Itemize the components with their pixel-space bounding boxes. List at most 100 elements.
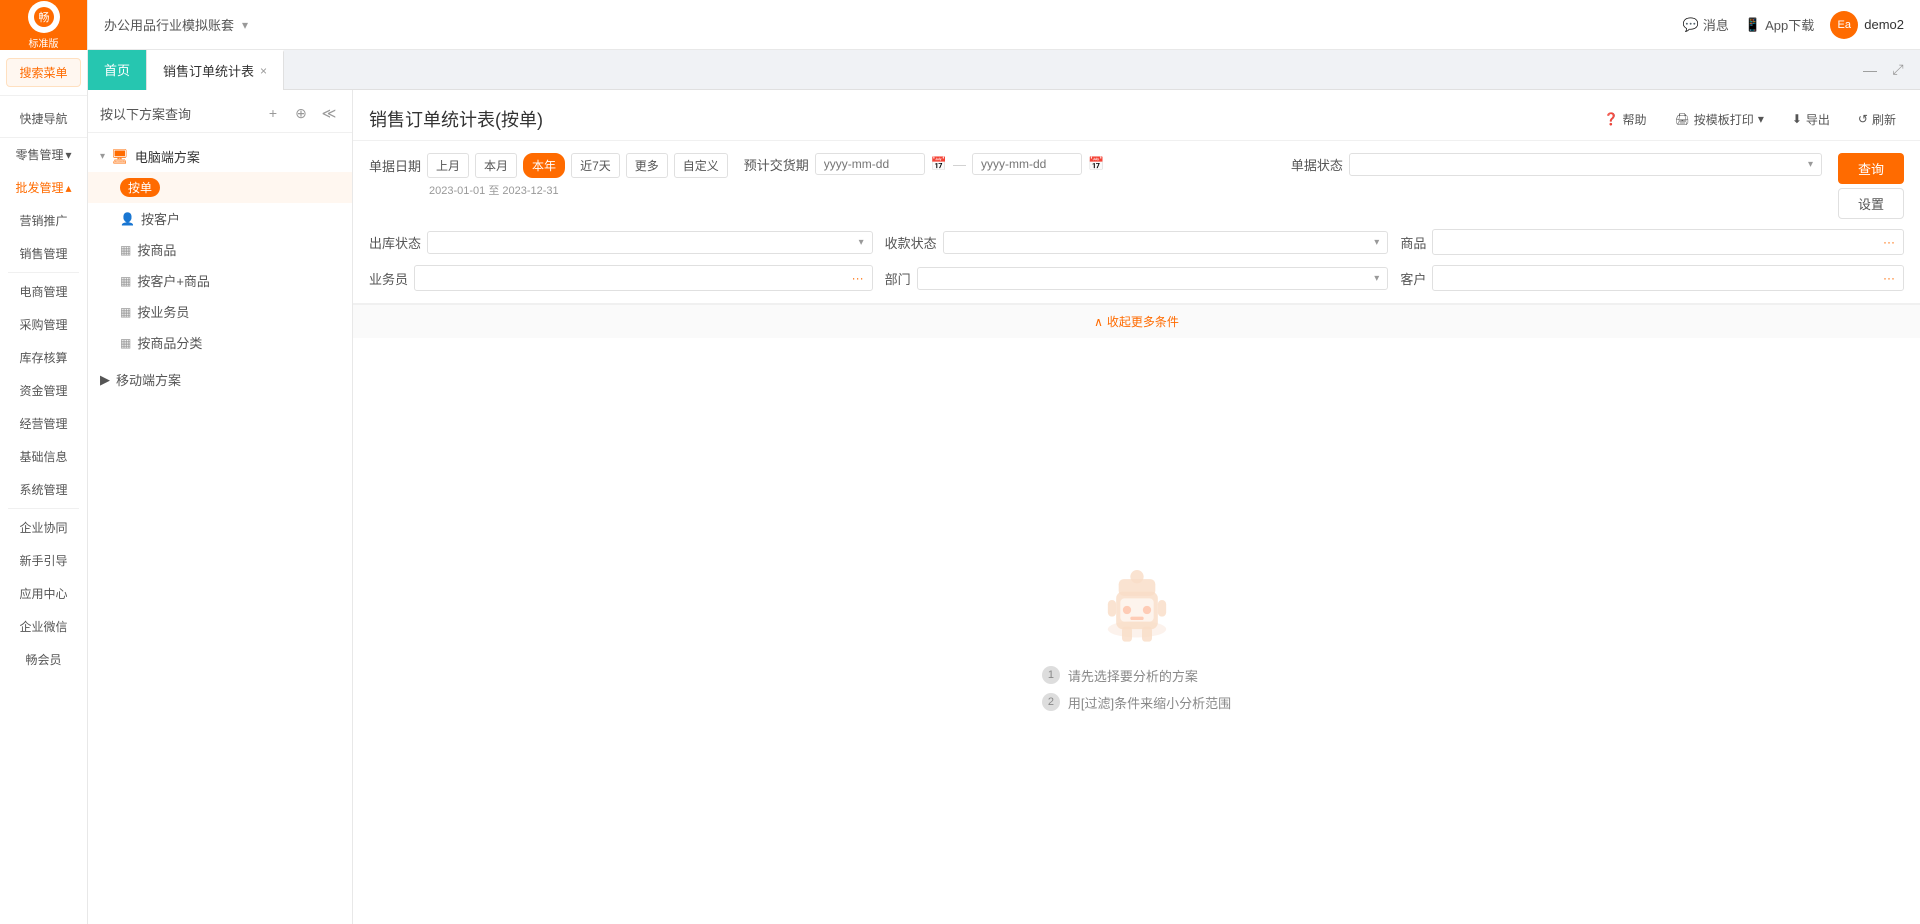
empty-tip-2: 2 用[过滤]条件来缩小分析范围 (1042, 693, 1231, 712)
doc-status-select[interactable]: ▾ (1349, 153, 1822, 176)
user-menu[interactable]: Ea demo2 (1830, 11, 1904, 39)
print-icon: 🖨 (1675, 112, 1690, 126)
sidebar-item-inventory[interactable]: 库存核算 (0, 341, 87, 374)
salesperson-section: 业务员 ··· (369, 265, 873, 291)
app-logo[interactable]: 畅 标准版 (0, 0, 87, 50)
last-month-button[interactable]: 上月 (427, 153, 469, 178)
empty-state: 1 请先选择要分析的方案 2 用[过滤]条件来缩小分析范围 (353, 338, 1920, 924)
query-button[interactable]: 查询 (1838, 153, 1904, 184)
template-print-button[interactable]: 🖨 按模板打印 ▾ (1667, 107, 1772, 132)
delivery-start-input[interactable] (815, 153, 925, 175)
sidebar: 畅 标准版 搜索菜单 快捷导航 零售管理 ▾ 批发管理 ▴ 营销推广 销售管理 … (0, 0, 88, 924)
product-select[interactable]: ··· (1432, 229, 1904, 255)
action-buttons: 查询 设置 (1838, 153, 1904, 219)
sidebar-item-quicknav[interactable]: 快捷导航 (6, 102, 81, 135)
refresh-icon: ↺ (1858, 112, 1868, 126)
scheme-by-order[interactable]: 按单 (88, 172, 352, 203)
tab-home-label: 首页 (104, 60, 130, 79)
maximize-button[interactable]: ⤢ (1888, 60, 1908, 80)
system-label: 系统管理 (19, 481, 67, 498)
retail-arrow: ▾ (65, 148, 71, 162)
delivery-end-input[interactable] (972, 153, 1082, 175)
window-controls: — ⤢ (1848, 60, 1920, 80)
inventory-label: 库存核算 (19, 349, 67, 366)
scheme-by-product[interactable]: ▦ 按商品 (88, 234, 352, 265)
salesperson-more-icon[interactable]: ··· (852, 271, 864, 285)
department-select[interactable]: ▾ (917, 267, 1389, 290)
pc-scheme-label: 电脑端方案 (135, 147, 200, 166)
username: demo2 (1864, 17, 1904, 32)
salesperson-label: 业务员 (369, 269, 408, 288)
sidebar-item-wholesale[interactable]: 批发管理 ▴ (0, 171, 87, 204)
app-download-button[interactable]: 📱 App下载 (1745, 15, 1814, 34)
custom-date-button[interactable]: 自定义 (674, 153, 728, 178)
basic-label: 基础信息 (19, 448, 67, 465)
purchase-label: 采购管理 (19, 316, 67, 333)
delivery-status-select[interactable]: ▾ (427, 231, 873, 254)
topbar-title-arrow[interactable]: ▾ (242, 18, 248, 32)
date-range-display: 2023-01-01 至 2023-12-31 (369, 182, 728, 198)
collapse-panel-button[interactable]: ≪ (318, 102, 340, 124)
scheme-by-category[interactable]: ▦ 按商品分类 (88, 327, 352, 358)
customer-section: 客户 ··· (1400, 265, 1904, 291)
customer-select[interactable]: ··· (1432, 265, 1904, 291)
sidebar-item-finance[interactable]: 资金管理 (0, 374, 87, 407)
sidebar-item-retail[interactable]: 零售管理 ▾ (0, 138, 87, 171)
message-icon: 💬 (1683, 17, 1699, 33)
avatar: Ea (1830, 11, 1858, 39)
minimize-button[interactable]: — (1860, 60, 1880, 80)
refresh-button[interactable]: ↺ 刷新 (1850, 107, 1904, 132)
scheme-customer-product-label: 按客户+商品 (137, 271, 210, 290)
customer-more-icon[interactable]: ··· (1883, 271, 1895, 285)
add-scheme-button[interactable]: + (262, 102, 284, 124)
this-month-button[interactable]: 本月 (475, 153, 517, 178)
scheme-by-salesperson[interactable]: ▦ 按业务员 (88, 296, 352, 327)
sidebar-item-appcenter[interactable]: 应用中心 (0, 577, 87, 610)
mobile-scheme-label: 移动端方案 (116, 370, 181, 389)
sidebar-item-sales[interactable]: 销售管理 (0, 237, 87, 270)
topbar-app-title: 办公用品行业模拟账套 (104, 15, 234, 34)
collapse-filter-bar[interactable]: ∧ 收起更多条件 (353, 304, 1920, 338)
sidebar-item-wechat[interactable]: 企业微信 (0, 610, 87, 643)
tab-sales-stats[interactable]: 销售订单统计表 × (147, 50, 284, 90)
sidebar-item-system[interactable]: 系统管理 (0, 473, 87, 506)
sales-label: 销售管理 (19, 245, 67, 262)
product-section: 商品 ··· (1400, 229, 1904, 255)
filter-area: 单据日期 上月 本月 本年 近7天 更多 自定义 2023-01-01 至 20… (353, 141, 1920, 304)
sidebar-item-enterprise[interactable]: 企业协同 (0, 511, 87, 544)
sidebar-item-operations[interactable]: 经营管理 (0, 407, 87, 440)
tab-close-icon[interactable]: × (260, 64, 267, 78)
more-date-button[interactable]: 更多 (626, 153, 668, 178)
export-button[interactable]: ⬇ 导出 (1784, 107, 1838, 132)
sidebar-item-basic[interactable]: 基础信息 (0, 440, 87, 473)
refresh-label: 刷新 (1872, 111, 1896, 128)
sidebar-item-member[interactable]: 畅会员 (0, 643, 87, 676)
mobile-scheme-parent[interactable]: ▶ 移动端方案 (100, 364, 340, 395)
tab-home[interactable]: 首页 (88, 50, 147, 90)
search-menu-button[interactable]: 搜索菜单 (6, 58, 81, 87)
sidebar-item-purchase[interactable]: 采购管理 (0, 308, 87, 341)
sidebar-item-newcomer[interactable]: 新手引导 (0, 544, 87, 577)
pc-scheme-parent[interactable]: ▾ 🖥 电脑端方案 (88, 141, 352, 172)
help-icon: ❓ (1604, 112, 1619, 126)
topbar-actions: 💬 消息 📱 App下载 Ea demo2 (1683, 11, 1904, 39)
sidebar-item-ecommerce[interactable]: 电商管理 (0, 275, 87, 308)
this-year-button[interactable]: 本年 (523, 153, 565, 178)
last7-button[interactable]: 近7天 (571, 153, 620, 178)
scheme-by-customer[interactable]: 👤 按客户 (88, 203, 352, 234)
help-button[interactable]: ❓ 帮助 (1596, 107, 1655, 132)
sidebar-item-marketing[interactable]: 营销推广 (0, 204, 87, 237)
salesperson-select[interactable]: ··· (414, 265, 873, 291)
right-panel: 销售订单统计表(按单) ❓ 帮助 🖨 按模板打印 ▾ ⬇ 导出 (353, 90, 1920, 924)
settings-scheme-button[interactable]: ⊕ (290, 102, 312, 124)
settings-button[interactable]: 设置 (1838, 188, 1904, 219)
payment-status-select[interactable]: ▾ (943, 231, 1389, 254)
message-button[interactable]: 💬 消息 (1683, 15, 1729, 34)
product-more-icon[interactable]: ··· (1883, 235, 1895, 249)
mobile-scheme-section: ▶ 移动端方案 (88, 358, 352, 401)
retail-label: 零售管理 (15, 146, 63, 163)
doc-status-section: 单据状态 ▾ (1291, 153, 1822, 176)
scheme-by-customer-product[interactable]: ▦ 按客户+商品 (88, 265, 352, 296)
left-panel-title: 按以下方案查询 (100, 104, 191, 123)
scheme-category-label: 按商品分类 (137, 333, 202, 352)
